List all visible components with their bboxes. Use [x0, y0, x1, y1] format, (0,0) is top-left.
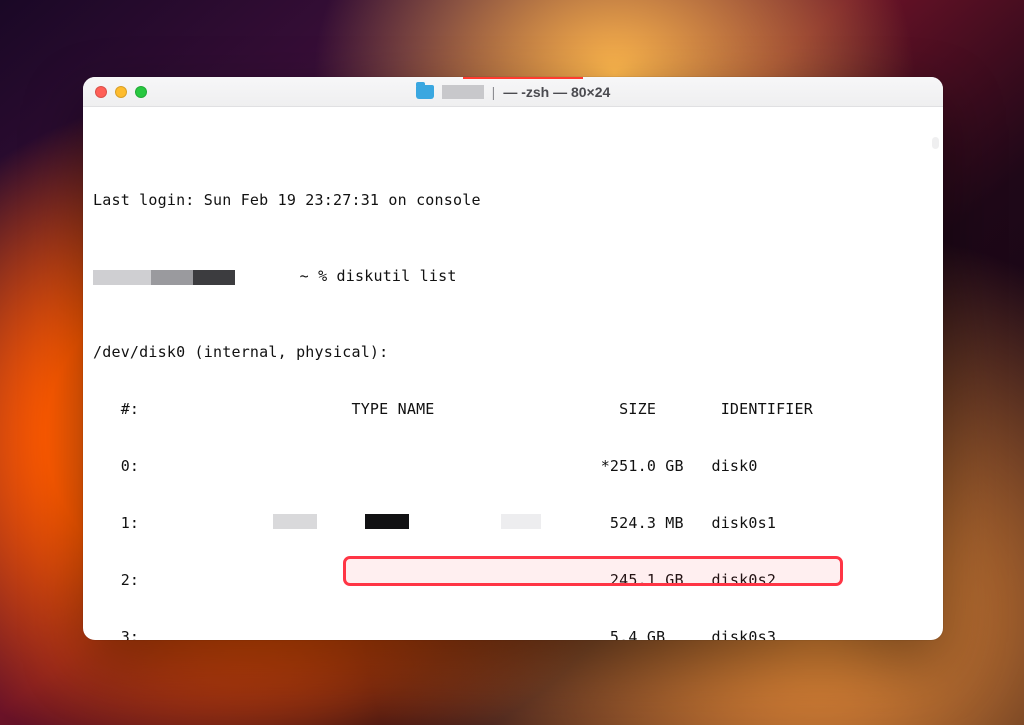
disk0-header: /dev/disk0 (internal, physical): [93, 343, 933, 362]
window-title: | — -zsh — 80×24 [416, 84, 611, 100]
prompt-1-text: ~ % diskutil list [300, 267, 457, 285]
terminal-window: | — -zsh — 80×24 Last login: Sun Feb 19 … [83, 77, 943, 640]
table-row: 1: 524.3 MB disk0s1 [93, 514, 933, 533]
redacted-block [273, 514, 317, 529]
table-row: 2: 245.1 GB disk0s2 [93, 571, 933, 590]
table-row: 0: *251.0 GB disk0 [93, 457, 933, 476]
redacted-block [151, 270, 193, 285]
redacted-block [93, 270, 151, 285]
close-button[interactable] [95, 86, 107, 98]
title-divider-icon: | [492, 84, 496, 100]
redacted-block [193, 270, 235, 285]
redacted-block [365, 514, 409, 529]
traffic-lights [95, 86, 147, 98]
title-text: — -zsh — 80×24 [503, 84, 610, 100]
column-header: #: TYPE NAME SIZE IDENTIFIER [93, 400, 933, 419]
last-login-line: Last login: Sun Feb 19 23:27:31 on conso… [93, 191, 933, 210]
titlebar[interactable]: | — -zsh — 80×24 [83, 77, 943, 107]
terminal-content[interactable]: Last login: Sun Feb 19 23:27:31 on conso… [83, 107, 943, 640]
titlebar-recording-indicator [463, 77, 583, 79]
zoom-button[interactable] [135, 86, 147, 98]
title-redacted-user [442, 85, 484, 99]
minimize-button[interactable] [115, 86, 127, 98]
table-row: 3: 5.4 GB disk0s3 [93, 628, 933, 640]
prompt-line-1: ~ % diskutil list [93, 267, 933, 286]
scrollbar[interactable] [932, 137, 939, 149]
folder-icon [416, 85, 434, 99]
redacted-block [501, 514, 541, 529]
